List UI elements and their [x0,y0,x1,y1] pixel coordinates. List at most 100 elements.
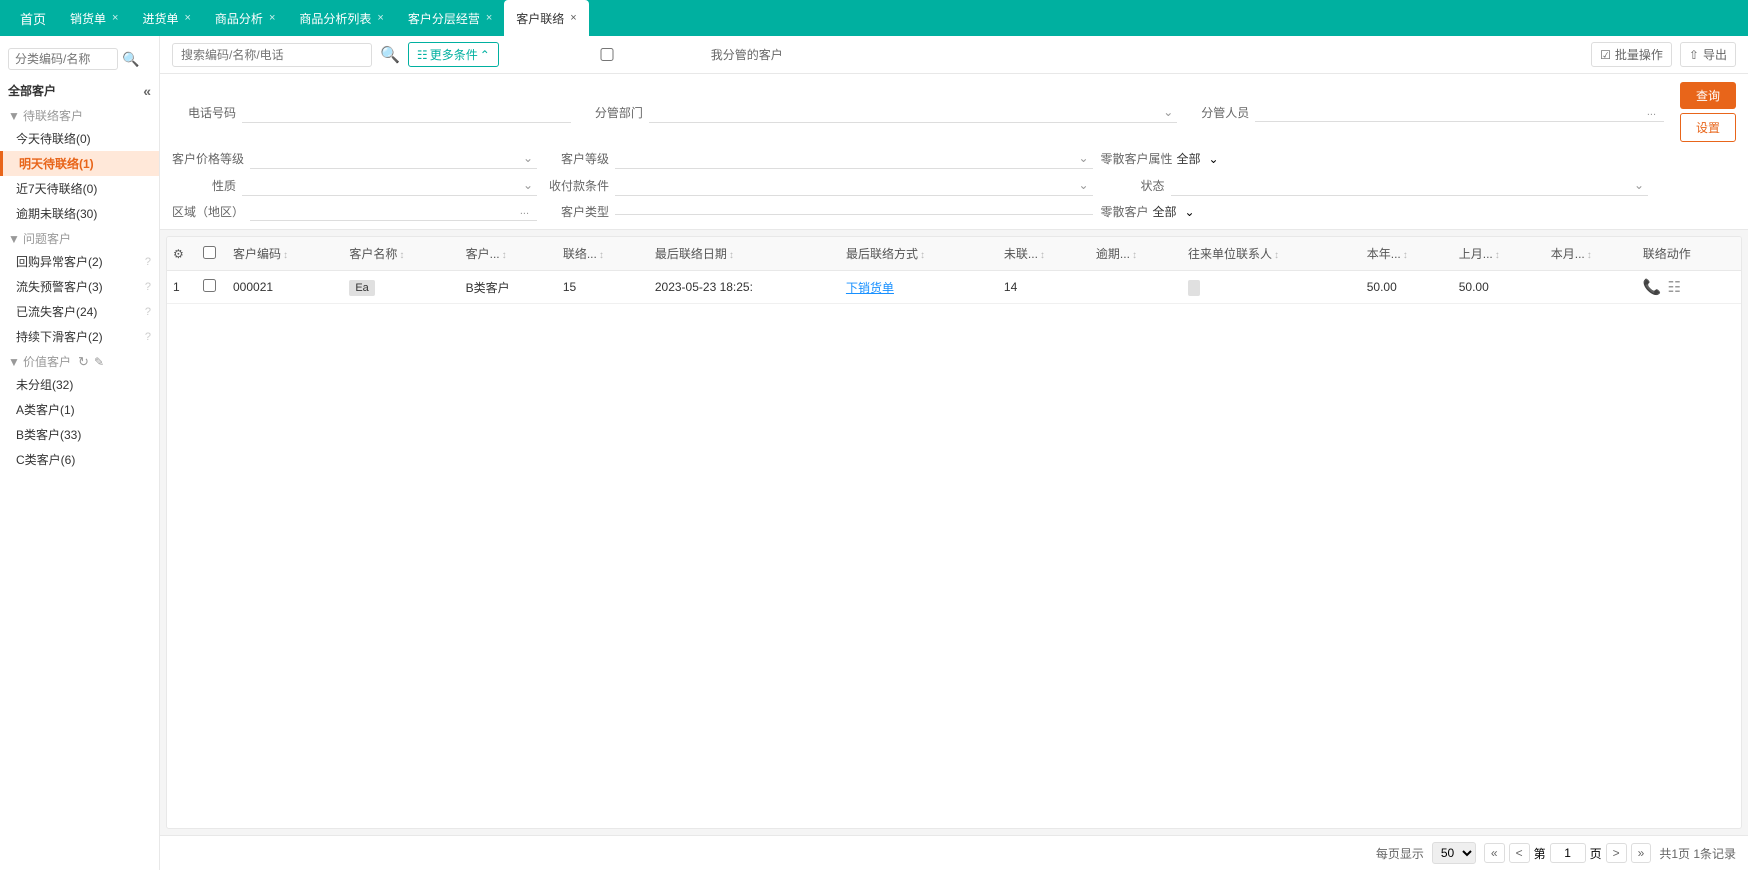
payment-field: 收付款条件 ⌄ [545,175,1093,196]
col-no-contact[interactable]: 未联...↕ [998,237,1090,271]
search-input[interactable] [172,43,372,67]
dept-select[interactable]: ⌄ [649,102,1177,123]
sidebar-item-week[interactable]: 近7天待联络(0) [0,176,159,201]
chevron-down-icon-5: ⌄ [523,178,533,192]
close-customer-contact-tab[interactable]: × [570,12,576,24]
top-navigation: 首页 销货单 × 进货单 × 商品分析 × 商品分析列表 × 客户分层经营 × … [0,0,1748,36]
filter-row-4: 区域（地区） ... 客户类型 零散客户 全部 ⌄ [172,202,1736,221]
col-last-contact-method[interactable]: 最后联络方式↕ [840,237,998,271]
last-page-button[interactable]: » [1631,843,1652,863]
chevron-down-icon-9[interactable]: ⌄ [1185,205,1195,219]
cell-checkbox [197,271,227,304]
cell-code: 000021 [227,271,343,304]
col-settings[interactable]: ⚙ [167,237,197,271]
sidebar-item-rebuy-abnormal[interactable]: 回购异常客户(2) ? [0,249,159,274]
sidebar-item-class-b[interactable]: B类客户(33) [0,422,159,447]
triangle-icon: ▼ [8,109,20,123]
cell-action: 📞 ☷ [1637,271,1741,304]
sidebar-search-area: 🔍 [0,44,159,74]
all-customers-title[interactable]: 全部客户 « [0,78,159,103]
select-all-checkbox[interactable] [203,246,216,259]
region-select[interactable]: ... [250,202,537,221]
sidebar-item-ungrouped[interactable]: 未分组(32) [0,372,159,397]
first-page-button[interactable]: « [1484,843,1505,863]
query-button[interactable]: 查询 [1680,82,1736,109]
close-analysis-list-tab[interactable]: × [377,12,383,24]
edit-icon[interactable]: ✎ [94,355,104,369]
close-customer-tier-tab[interactable]: × [486,12,492,24]
batch-operation-button[interactable]: ☑ 批量操作 [1591,42,1672,67]
sidebar-item-class-c[interactable]: C类客户(6) [0,447,159,472]
manager-select[interactable]: ... [1255,103,1664,122]
search-button[interactable]: 🔍 [380,45,400,65]
export-button[interactable]: ⇧ 导出 [1680,42,1736,67]
cell-this-month [1545,271,1637,304]
nav-sales[interactable]: 销货单 × [58,0,130,36]
nav-home[interactable]: 首页 [8,0,58,36]
close-purchase-tab[interactable]: × [184,12,190,24]
col-last-month[interactable]: 上月...↕ [1453,237,1545,271]
nav-customer-tier[interactable]: 客户分层经营 × [396,0,504,36]
sidebar-search-icon[interactable]: 🔍 [122,51,139,68]
col-code[interactable]: 客户编码↕ [227,237,343,271]
table-footer: 每页显示 50 « < 第 页 > » 共1页 1条记录 [160,835,1748,870]
my-customer-checkbox[interactable]: 我分管的客户 [507,46,783,63]
total-info: 共1页 1条记录 [1659,845,1736,862]
cell-unit-contact [1182,271,1361,304]
col-this-year[interactable]: 本年...↕ [1361,237,1453,271]
help-icon-declining: ? [145,331,151,343]
action-phone-icon[interactable]: 📞 [1643,278,1662,296]
payment-select[interactable]: ⌄ [615,175,1093,196]
sidebar-item-lost[interactable]: 已流失客户(24) ? [0,299,159,324]
phone-input[interactable] [242,102,571,123]
more-icon[interactable]: ... [1643,106,1660,118]
sidebar-item-tomorrow[interactable]: 明天待联络(1) [0,151,159,176]
nav-purchase[interactable]: 进货单 × [130,0,202,36]
settings-button[interactable]: 设置 [1680,113,1736,142]
col-overdue[interactable]: 逾期...↕ [1090,237,1182,271]
col-this-month[interactable]: 本月...↕ [1545,237,1637,271]
my-customer-checkbox-input[interactable] [507,48,707,61]
help-icon-rebuy: ? [145,256,151,268]
sidebar-item-lost-risk[interactable]: 流失预警客户(3) ? [0,274,159,299]
sidebar-item-today[interactable]: 今天待联络(0) [0,126,159,151]
sidebar-item-declining[interactable]: 持续下滑客户(2) ? [0,324,159,349]
filter-row-2: 客户价格等级 ⌄ 客户等级 ⌄ 零散客户属性 全部 ⌄ [172,148,1736,169]
nature-field: 性质 ⌄ [172,175,537,196]
action-grid-icon[interactable]: ☷ [1667,278,1680,296]
close-sales-tab[interactable]: × [112,12,118,24]
sidebar-search-input[interactable] [8,48,118,70]
refresh-icon[interactable]: ↻ [78,354,89,369]
customer-level-select[interactable]: ⌄ [615,148,1093,169]
content-area: 🔍 ☷ 更多条件 ⌃ 我分管的客户 ☑ 批量操作 ⇧ 导出 [160,36,1748,870]
row-checkbox[interactable] [203,279,216,292]
close-analysis-tab[interactable]: × [269,12,275,24]
page-size-select[interactable]: 50 [1432,842,1476,864]
next-page-button[interactable]: > [1606,843,1627,863]
page-number-input[interactable] [1550,843,1586,863]
price-level-select[interactable]: ⌄ [250,148,537,169]
nav-analysis[interactable]: 商品分析 × [203,0,287,36]
col-contacts[interactable]: 联络...↕ [557,237,649,271]
manager-field: 分管人员 ... [1185,103,1664,122]
last-contact-method-link[interactable]: 下销货单 [846,281,894,295]
chevron-down-icon-4[interactable]: ⌄ [1209,152,1219,166]
more-filter-button[interactable]: ☷ 更多条件 ⌃ [408,42,499,67]
nature-select[interactable]: ⌄ [242,175,537,196]
col-action: 联络动作 [1637,237,1741,271]
col-last-contact-date[interactable]: 最后联络日期↕ [649,237,840,271]
cell-last-contact-method: 下销货单 [840,271,998,304]
customer-type-select[interactable] [615,208,1093,215]
sidebar-item-class-a[interactable]: A类客户(1) [0,397,159,422]
more-icon-2[interactable]: ... [516,205,533,217]
status-select[interactable]: ⌄ [1171,175,1649,196]
col-unit-contact[interactable]: 往来单位联系人↕ [1182,237,1361,271]
col-name[interactable]: 客户名称↕ [343,237,459,271]
customer-type-field: 客户类型 [545,203,1093,220]
chevron-down-icon-7: ⌄ [1634,178,1644,192]
nav-analysis-list[interactable]: 商品分析列表 × [287,0,395,36]
nav-customer-contact[interactable]: 客户联络 × [504,0,588,36]
col-type[interactable]: 客户...↕ [460,237,557,271]
prev-page-button[interactable]: < [1509,843,1530,863]
sidebar-item-overdue[interactable]: 逾期未联络(30) [0,201,159,226]
